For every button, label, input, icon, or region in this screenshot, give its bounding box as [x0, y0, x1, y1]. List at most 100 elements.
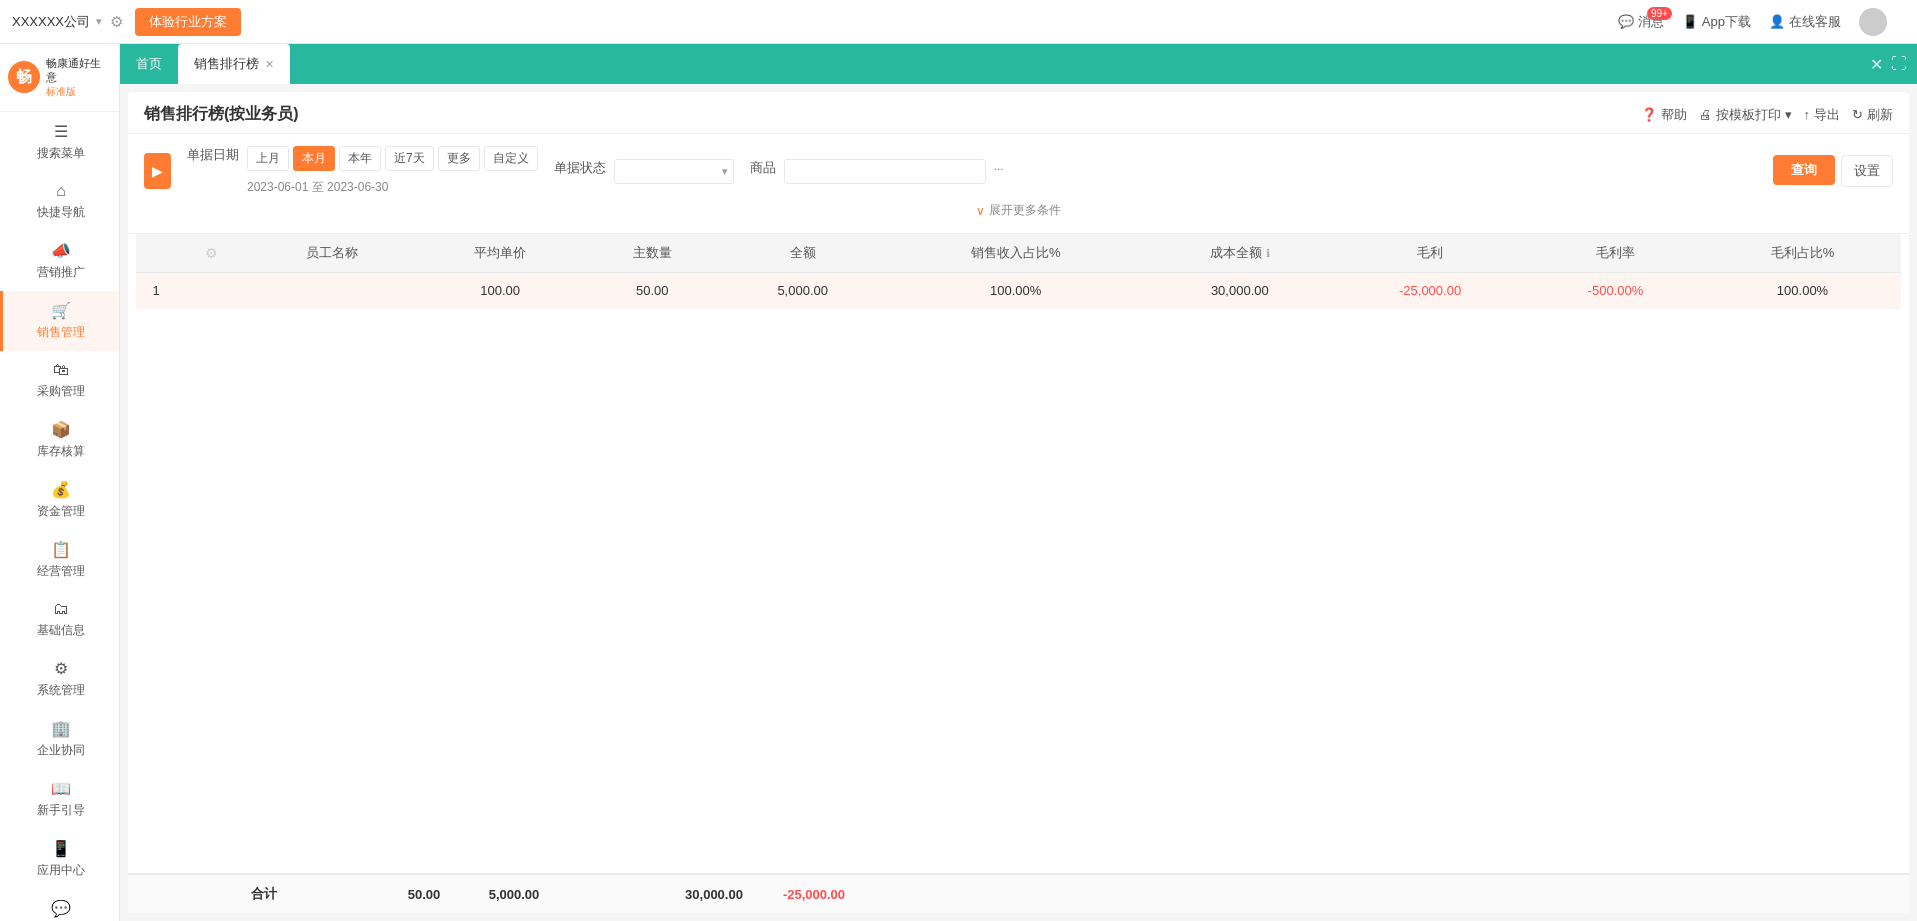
help-label: 帮助	[1661, 106, 1687, 124]
message-badge: 99+	[1647, 7, 1672, 20]
data-table: ⚙ 员工名称 平均单价 主数量 全额 销售收入占比% 成本全额 ℹ 毛利 毛利率…	[136, 234, 1901, 309]
sidebar-item-enterprise[interactable]: 🏢 企业协同	[0, 709, 119, 769]
sidebar-item-guide[interactable]: 📖 新手引导	[0, 769, 119, 829]
marketing-icon: 📣	[51, 241, 71, 260]
avatar[interactable]	[1859, 8, 1887, 36]
help-button[interactable]: ❓ 帮助	[1641, 106, 1687, 124]
basic-info-icon: 🗂	[53, 600, 69, 618]
col-avg-price: 平均单价	[416, 234, 584, 273]
cell-sales-ratio: 100.00%	[885, 273, 1146, 309]
tab-sales-ranking[interactable]: 销售排行榜 ✕	[178, 44, 290, 84]
operations-icon: 📋	[51, 540, 71, 559]
table-footer: 合计 50.00 5,000.00 30,000.00 -25,000.00	[128, 873, 1909, 913]
goods-filter-label: 商品	[750, 159, 776, 177]
cell-gross-ratio: 100.00%	[1704, 273, 1901, 309]
expand-row: ∨ 展开更多条件	[144, 196, 1893, 221]
this-year-btn[interactable]: 本年	[339, 146, 381, 171]
more-btn[interactable]: 更多	[438, 146, 480, 171]
company-gear-icon[interactable]: ⚙	[110, 13, 123, 31]
footer-label: 合计	[224, 885, 304, 903]
message-item[interactable]: 💬 消息 99+	[1618, 13, 1664, 31]
finance-icon: 💰	[51, 480, 71, 499]
date-filter-col: 上月 本月 本年 近7天 更多 自定义 2023-06-01 至 2023-06…	[247, 146, 538, 196]
system-icon: ⚙	[54, 659, 68, 678]
sidebar-item-operations[interactable]: 📋 经营管理	[0, 530, 119, 590]
expand-chevron-icon: ∨	[976, 204, 985, 218]
tab-close-icon[interactable]: ✕	[265, 58, 274, 71]
expand-btn[interactable]: ∨ 展开更多条件	[976, 202, 1061, 219]
trial-button[interactable]: 体验行业方案	[135, 8, 241, 36]
purchase-icon: 🛍	[53, 361, 69, 379]
sidebar-item-basic-info[interactable]: 🗂 基础信息	[0, 590, 119, 649]
cell-settings	[176, 273, 248, 309]
main-layout: 畅 畅康通好生意 标准版 ☰ 搜索菜单 ⌂ 快捷导航 📣 营销推广 🛒 销售管理…	[0, 44, 1917, 921]
col-gross: 毛利	[1333, 234, 1526, 273]
col-sales-ratio: 销售收入占比%	[885, 234, 1146, 273]
app-download-icon: 📱	[1682, 14, 1698, 29]
status-select-wrapper	[614, 159, 734, 184]
col-name: 员工名称	[248, 234, 416, 273]
cell-rank: 1	[136, 273, 176, 309]
print-button[interactable]: 🖨 按模板打印 ▾	[1699, 106, 1792, 124]
guide-icon: 📖	[51, 779, 71, 798]
sidebar-item-purchase[interactable]: 🛍 采购管理	[0, 351, 119, 410]
print-chevron-icon: ▾	[1785, 107, 1792, 122]
this-month-btn[interactable]: 本月	[293, 146, 335, 171]
filter-arrow-button[interactable]: ▶	[144, 153, 171, 189]
cell-avg-price: 100.00	[416, 273, 584, 309]
tab-close-window-icon[interactable]: ✕	[1870, 55, 1883, 74]
export-button[interactable]: ↑ 导出	[1804, 106, 1841, 124]
sidebar-item-search[interactable]: ☰ 搜索菜单	[0, 112, 119, 172]
custom-btn[interactable]: 自定义	[484, 146, 538, 171]
help-icon: ❓	[1641, 107, 1657, 122]
col-gross-ratio: 毛利占比%	[1704, 234, 1901, 273]
table-row: 1 100.00 50.00 5,000.00 100.00% 30,000.0…	[136, 273, 1901, 309]
online-service-item[interactable]: 👤 在线客服	[1769, 13, 1841, 31]
refresh-button[interactable]: ↻ 刷新	[1852, 106, 1893, 124]
content-area: 首页 销售排行榜 ✕ ✕ ⛶ 销售排行榜(按业务员) ❓ 帮助	[120, 44, 1917, 921]
tab-home[interactable]: 首页	[120, 44, 178, 84]
query-button[interactable]: 查询	[1773, 155, 1835, 185]
company-name: XXXXXX公司	[12, 13, 90, 31]
expand-label: 展开更多条件	[989, 202, 1061, 219]
tab-sales-ranking-label: 销售排行榜	[194, 55, 259, 73]
sidebar-label-search: 搜索菜单	[37, 145, 85, 162]
print-label: 按模板打印	[1716, 106, 1781, 124]
sidebar-item-marketing[interactable]: 📣 营销推广	[0, 231, 119, 291]
company-chevron-icon: ▾	[96, 15, 102, 28]
app-download-item[interactable]: 📱 App下载	[1682, 13, 1751, 31]
sidebar-label-app-center: 应用中心	[37, 862, 85, 879]
goods-more-btn[interactable]: ...	[994, 159, 1004, 173]
last7-btn[interactable]: 近7天	[385, 146, 434, 171]
cell-cost: 30,000.00	[1146, 273, 1333, 309]
sidebar-item-sales[interactable]: 🛒 销售管理	[0, 291, 119, 351]
date-filter-group: 单据日期 上月 本月 本年 近7天 更多 自定义 2023-06-01 至 20…	[187, 146, 538, 196]
sidebar-item-finance[interactable]: 💰 资金管理	[0, 470, 119, 530]
settings-button[interactable]: 设置	[1841, 155, 1893, 187]
sidebar-label-system: 系统管理	[37, 682, 85, 699]
status-select[interactable]	[614, 159, 734, 184]
enterprise-icon: 🏢	[51, 719, 71, 738]
sidebar-item-wechat[interactable]: 💬 企业微信	[0, 889, 119, 921]
cell-name	[248, 273, 416, 309]
tab-restore-icon[interactable]: ⛶	[1891, 55, 1907, 73]
top-bar: XXXXXX公司 ▾ ⚙ 体验行业方案 💬 消息 99+ 📱 App下载 👤 在…	[0, 0, 1917, 44]
date-filter-buttons: 上月 本月 本年 近7天 更多 自定义	[247, 146, 538, 171]
export-label: 导出	[1814, 106, 1840, 124]
logo-text-block: 畅康通好生意 标准版	[46, 56, 111, 99]
sidebar-item-quick-nav[interactable]: ⌂ 快捷导航	[0, 172, 119, 231]
sidebar-label-finance: 资金管理	[37, 503, 85, 520]
sidebar-item-system[interactable]: ⚙ 系统管理	[0, 649, 119, 709]
prev-month-btn[interactable]: 上月	[247, 146, 289, 171]
sidebar-item-app-center[interactable]: 📱 应用中心	[0, 829, 119, 889]
app-center-icon: 📱	[51, 839, 71, 858]
search-menu-icon: ☰	[54, 122, 68, 141]
sidebar: 畅 畅康通好生意 标准版 ☰ 搜索菜单 ⌂ 快捷导航 📣 营销推广 🛒 销售管理…	[0, 44, 120, 921]
online-service-label: 在线客服	[1789, 13, 1841, 31]
goods-input[interactable]	[784, 159, 986, 184]
col-settings[interactable]: ⚙	[176, 234, 248, 273]
table-header-row: ⚙ 员工名称 平均单价 主数量 全额 销售收入占比% 成本全额 ℹ 毛利 毛利率…	[136, 234, 1901, 273]
company-selector[interactable]: XXXXXX公司 ▾	[12, 13, 102, 31]
sidebar-item-inventory[interactable]: 📦 库存核算	[0, 410, 119, 470]
page-container: 销售排行榜(按业务员) ❓ 帮助 🖨 按模板打印 ▾ ↑ 导出	[128, 92, 1909, 913]
